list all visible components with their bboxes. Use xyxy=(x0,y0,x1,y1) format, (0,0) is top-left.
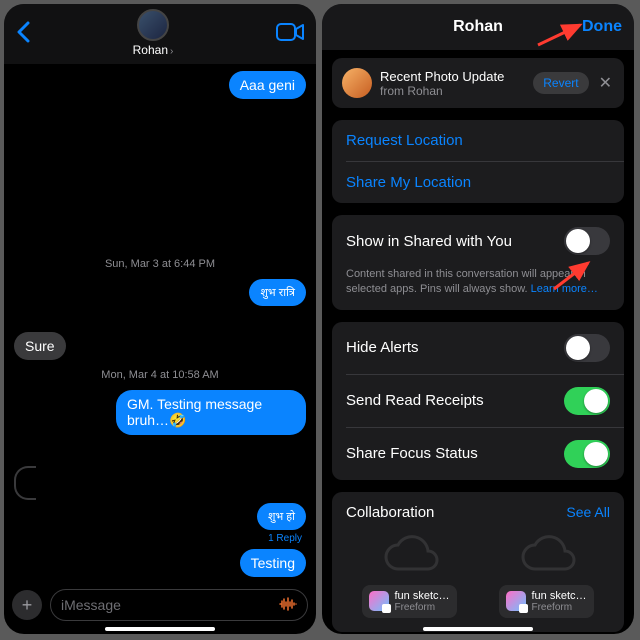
details-sheet[interactable]: Recent Photo Update from Rohan Revert ✕ … xyxy=(322,50,634,634)
hide-alerts-toggle[interactable] xyxy=(564,334,610,362)
chevron-right-icon: › xyxy=(170,46,173,57)
message-outgoing[interactable]: Aaa geni xyxy=(229,71,306,99)
timestamp: Sun, Mar 3 at 6:44 PM xyxy=(14,252,306,276)
collab-doc[interactable]: fun sketc…Freeform xyxy=(346,531,473,618)
details-title: Rohan xyxy=(453,18,503,35)
message-outgoing[interactable]: Testing xyxy=(240,549,306,577)
done-button[interactable]: Done xyxy=(582,4,622,50)
freeform-icon xyxy=(369,591,389,611)
incoming-reply-edge xyxy=(14,466,36,500)
revert-button[interactable]: Revert xyxy=(533,72,588,94)
shared-desc: Content shared in this conversation will… xyxy=(332,267,624,310)
share-focus-toggle[interactable] xyxy=(564,440,610,468)
home-indicator[interactable] xyxy=(105,627,215,631)
plus-button[interactable]: + xyxy=(12,590,42,620)
request-location-row[interactable]: Request Location xyxy=(332,120,624,161)
share-my-location-row[interactable]: Share My Location xyxy=(332,162,624,203)
facetime-button[interactable] xyxy=(276,22,304,47)
collaboration-group: Collaboration See All fun sketc…Freeform xyxy=(332,492,624,632)
audio-record-icon[interactable] xyxy=(279,596,297,615)
avatar xyxy=(342,68,372,98)
collab-doc[interactable]: fun sketc…Freeform xyxy=(483,531,610,618)
shared-with-you-group: Show in Shared with You Content shared i… xyxy=(332,215,624,310)
close-icon[interactable]: ✕ xyxy=(597,73,614,93)
learn-more-link[interactable]: Learn more… xyxy=(531,283,598,295)
contact-header[interactable]: Rohan› xyxy=(133,9,174,59)
contact-name: Rohan xyxy=(133,43,168,57)
update-subtitle: from Rohan xyxy=(380,84,504,98)
collaboration-title: Collaboration xyxy=(346,504,434,521)
details-nav-bar: Rohan Done xyxy=(322,4,634,50)
cloud-icon xyxy=(374,531,446,579)
message-outgoing[interactable]: शुभ रात्रि xyxy=(249,279,306,306)
message-input[interactable]: iMessage xyxy=(50,589,308,621)
send-read-receipts-toggle[interactable] xyxy=(564,387,610,415)
message-thread[interactable]: Aaa geni Sun, Mar 3 at 6:44 PM शुभ रात्र… xyxy=(4,64,316,580)
update-title: Recent Photo Update xyxy=(380,69,504,84)
home-indicator[interactable] xyxy=(423,627,533,631)
freeform-icon xyxy=(506,591,526,611)
send-read-receipts-row: Send Read Receipts xyxy=(332,375,624,427)
show-in-shared-toggle[interactable] xyxy=(564,227,610,255)
nav-bar: Rohan› xyxy=(4,4,316,64)
timestamp: Mon, Mar 4 at 10:58 AM xyxy=(14,363,306,387)
photo-update-card: Recent Photo Update from Rohan Revert ✕ xyxy=(332,58,624,108)
message-composer: + iMessage xyxy=(4,586,316,624)
cloud-icon xyxy=(511,531,583,579)
message-outgoing[interactable]: GM. Testing message bruh…🤣 xyxy=(116,390,306,435)
avatar xyxy=(137,9,169,41)
see-all-link[interactable]: See All xyxy=(566,504,610,521)
location-group: Request Location Share My Location xyxy=(332,120,624,203)
alerts-group: Hide Alerts Send Read Receipts Share Foc… xyxy=(332,322,624,480)
messages-thread-screen: Rohan› Aaa geni Sun, Mar 3 at 6:44 PM शु… xyxy=(4,4,316,634)
reply-count[interactable]: 1 Reply xyxy=(268,533,302,544)
share-focus-row: Share Focus Status xyxy=(332,428,624,480)
message-outgoing[interactable]: शुभ हो xyxy=(257,503,306,530)
hide-alerts-row: Hide Alerts xyxy=(332,322,624,374)
show-in-shared-row: Show in Shared with You xyxy=(332,215,624,267)
contact-details-screen: Rohan Done Recent Photo Update from Roha… xyxy=(322,4,634,634)
message-incoming[interactable]: Sure xyxy=(14,332,66,360)
back-button[interactable] xyxy=(16,19,30,50)
placeholder: iMessage xyxy=(61,597,121,613)
